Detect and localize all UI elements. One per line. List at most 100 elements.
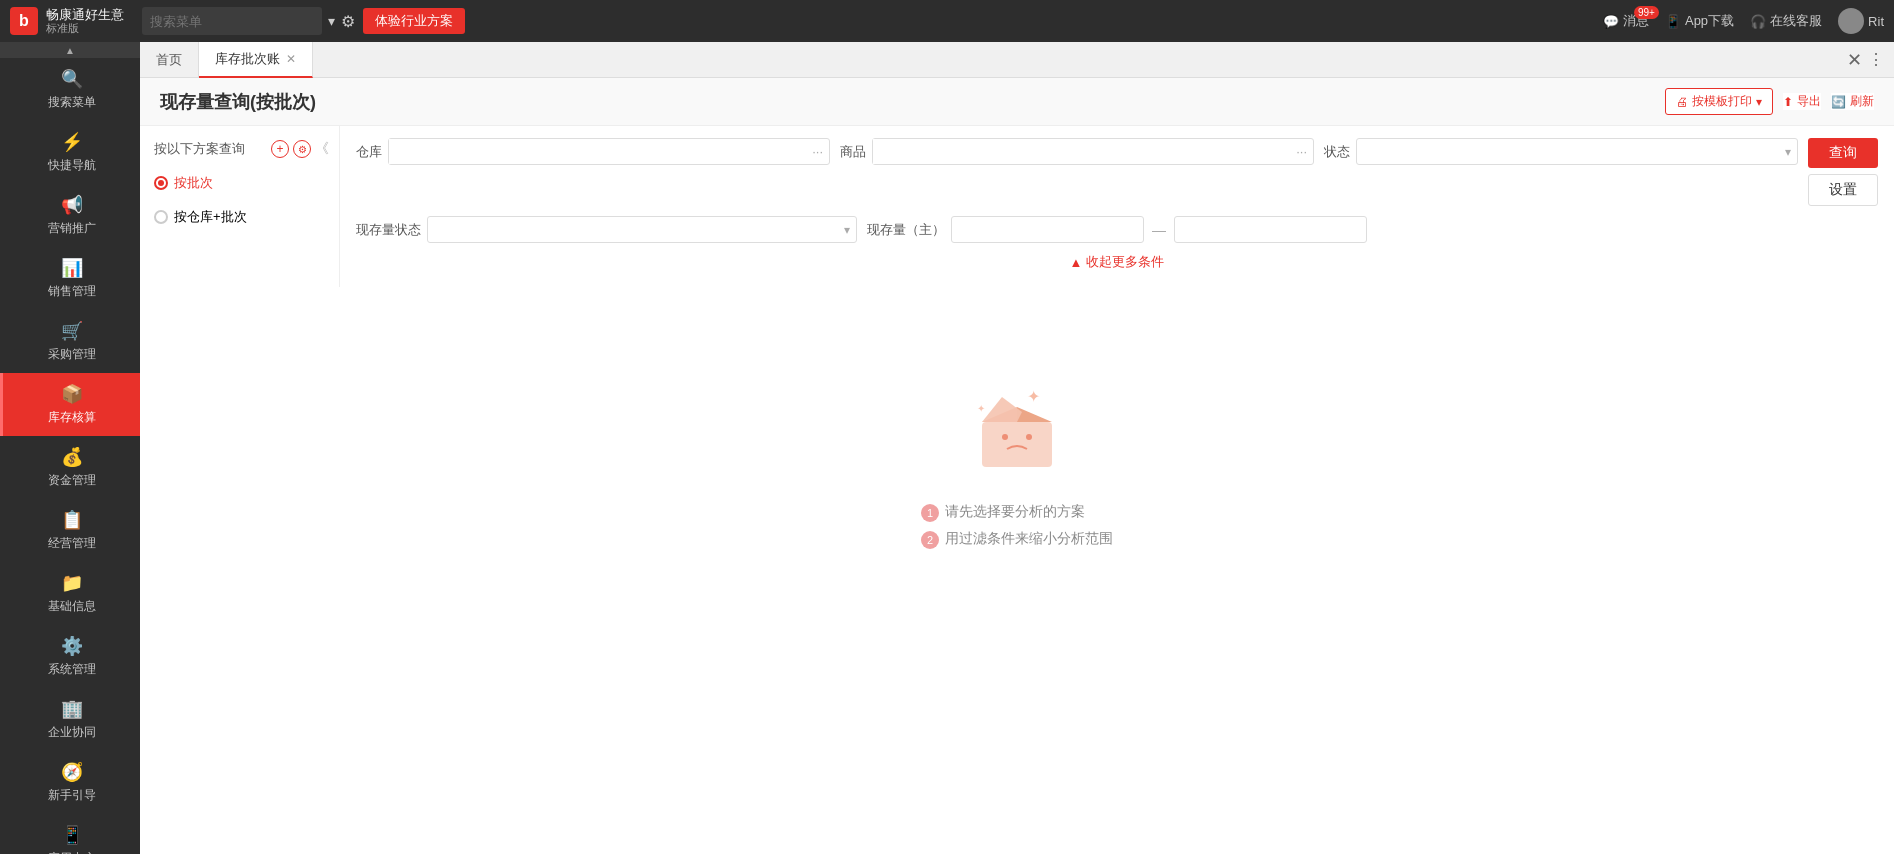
printer-icon: 🖨 (1676, 95, 1688, 109)
sidebar-item-sales[interactable]: 📊 销售管理 (0, 247, 140, 310)
svg-rect-0 (982, 422, 1052, 467)
sidebar-item-enterprise[interactable]: 🏢 企业协同 (0, 688, 140, 751)
sidebar-item-marketing[interactable]: 📢 营销推广 (0, 184, 140, 247)
stock-qty-min-wrap (951, 216, 1144, 243)
sidebar-item-basic[interactable]: 📁 基础信息 (0, 562, 140, 625)
messages-btn[interactable]: 💬 消息 99+ (1603, 12, 1649, 30)
sidebar-item-system[interactable]: ⚙️ 系统管理 (0, 625, 140, 688)
topbar-gear-btn[interactable]: ⚙ (341, 12, 355, 31)
headset-icon: 🎧 (1750, 14, 1766, 29)
sidebar-item-guide[interactable]: 🧭 新手引导 (0, 751, 140, 814)
scheme-item-batch[interactable]: 按批次 (140, 166, 339, 200)
sidebar-item-label: 新手引导 (48, 787, 96, 804)
sidebar-item-inventory[interactable]: 📦 库存核算 (0, 373, 140, 436)
user-avatar-area[interactable]: Rit (1838, 8, 1884, 34)
svg-marker-3 (982, 397, 1022, 422)
sidebar-item-label: 系统管理 (48, 661, 96, 678)
status-filter-group: 状态 ▾ (1324, 138, 1798, 165)
svg-point-6 (1002, 434, 1008, 440)
tab-bar-close-btn[interactable]: ✕ (1847, 49, 1862, 71)
search-input[interactable] (142, 7, 322, 35)
filter-row-1: 仓库 ··· 商品 ··· (356, 138, 1878, 206)
scheme-panel-icons: + ⚙ 《 (271, 140, 329, 158)
warehouse-input[interactable] (389, 139, 806, 164)
finance-icon: 💰 (61, 446, 83, 468)
scheme-settings-icon: ⚙ (298, 144, 307, 155)
messages-badge: 99+ (1634, 6, 1659, 19)
online-service-btn[interactable]: 🎧 在线客服 (1750, 12, 1822, 30)
tab-home-label: 首页 (156, 51, 182, 69)
scheme-radio-active (154, 176, 168, 190)
stock-status-input[interactable] (428, 217, 838, 242)
sidebar-item-label: 企业协同 (48, 724, 96, 741)
scheme-add-btn[interactable]: + (271, 140, 289, 158)
settings-btn[interactable]: 设置 (1808, 174, 1878, 206)
app-download-label: App下载 (1685, 12, 1734, 30)
collapse-label: 收起更多条件 (1086, 253, 1164, 271)
stock-qty-max-input[interactable] (1175, 217, 1366, 242)
stock-qty-filter-group: 现存量（主） — (867, 216, 1368, 243)
phone-icon: 📱 (1665, 14, 1681, 29)
sidebar-item-label: 销售管理 (48, 283, 96, 300)
tab-inventory-batch[interactable]: 库存批次账 ✕ (199, 42, 313, 78)
trial-btn[interactable]: 体验行业方案 (363, 8, 465, 34)
tip-text-1: 请先选择要分析的方案 (945, 503, 1085, 521)
filter-area: 仓库 ··· 商品 ··· (340, 126, 1894, 287)
sidebar-item-label: 库存核算 (48, 409, 96, 426)
status-label: 状态 (1324, 143, 1350, 161)
app-logo: b (10, 7, 38, 35)
scheme-radio-inactive (154, 210, 168, 224)
sidebar-item-shortcut[interactable]: ⚡ 快捷导航 (0, 121, 140, 184)
scheme-collapse-btn[interactable]: 《 (315, 140, 329, 158)
operations-icon: 📋 (61, 509, 83, 531)
product-input[interactable] (873, 139, 1290, 164)
status-input[interactable] (1357, 139, 1779, 164)
tab-bar: 首页 库存批次账 ✕ ✕ ⋮ (140, 42, 1894, 78)
product-more-btn[interactable]: ··· (1290, 140, 1313, 163)
refresh-btn[interactable]: 🔄 刷新 (1831, 93, 1874, 110)
app-download-btn[interactable]: 📱 App下载 (1665, 12, 1734, 30)
tab-close-btn[interactable]: ✕ (286, 52, 296, 66)
scheme-item-warehouse-batch[interactable]: 按仓库+批次 (140, 200, 339, 234)
product-filter-group: 商品 ··· (840, 138, 1314, 165)
marketing-icon: 📢 (61, 194, 83, 216)
svg-point-7 (1026, 434, 1032, 440)
svg-marker-2 (1017, 407, 1052, 422)
search-icon: 🔍 (61, 68, 83, 90)
export-btn[interactable]: ⬆ 导出 (1783, 93, 1821, 110)
enterprise-icon: 🏢 (61, 698, 83, 720)
scheme-panel: 按以下方案查询 + ⚙ 《 按批次 (140, 126, 340, 287)
page-header-actions: 🖨 按模板打印 ▾ ⬆ 导出 🔄 刷新 (1665, 88, 1874, 115)
search-dropdown-btn[interactable]: ▾ (328, 13, 335, 29)
tab-bar-more-btn[interactable]: ⋮ (1868, 50, 1884, 69)
stock-qty-min-input[interactable] (952, 217, 1143, 242)
sidebar-item-label: 资金管理 (48, 472, 96, 489)
query-btn[interactable]: 查询 (1808, 138, 1878, 168)
tab-home[interactable]: 首页 (140, 42, 199, 78)
sidebar-item-label: 采购管理 (48, 346, 96, 363)
topbar-left: b 畅康通好生意 标准版 ▾ ⚙ 体验行业方案 (10, 7, 465, 36)
product-input-wrap: ··· (872, 138, 1314, 165)
sidebar-scroll-up[interactable]: ▲ (0, 42, 140, 58)
warehouse-more-btn[interactable]: ··· (806, 140, 829, 163)
collapse-more-btn[interactable]: ▲ 收起更多条件 (1070, 253, 1165, 271)
print-btn[interactable]: 🖨 按模板打印 ▾ (1665, 88, 1773, 115)
sidebar-item-label: 营销推广 (48, 220, 96, 237)
collapse-up-icon: ▲ (1070, 255, 1083, 270)
empty-illustration: ✦ ✦ (957, 367, 1077, 487)
sidebar-item-finance[interactable]: 💰 资金管理 (0, 436, 140, 499)
sidebar-item-apps[interactable]: 📱 应用中心 (0, 814, 140, 854)
page-title: 现存量查询(按批次) (160, 90, 316, 114)
sidebar-item-purchase[interactable]: 🛒 采购管理 (0, 310, 140, 373)
status-dropdown-icon: ▾ (1779, 145, 1797, 159)
scheme-settings-btn[interactable]: ⚙ (293, 140, 311, 158)
sidebar-item-search[interactable]: 🔍 搜索菜单 (0, 58, 140, 121)
empty-tips: 1 请先选择要分析的方案 2 用过滤条件来缩小分析范围 (921, 503, 1113, 549)
action-buttons: 查询 设置 (1808, 138, 1878, 206)
stock-qty-max-wrap (1174, 216, 1367, 243)
stock-status-select-wrap: ▾ (427, 216, 857, 243)
sidebar-item-label: 基础信息 (48, 598, 96, 615)
warehouse-input-wrap: ··· (388, 138, 830, 165)
sidebar-item-operations[interactable]: 📋 经营管理 (0, 499, 140, 562)
stock-status-dropdown-icon: ▾ (838, 223, 856, 237)
